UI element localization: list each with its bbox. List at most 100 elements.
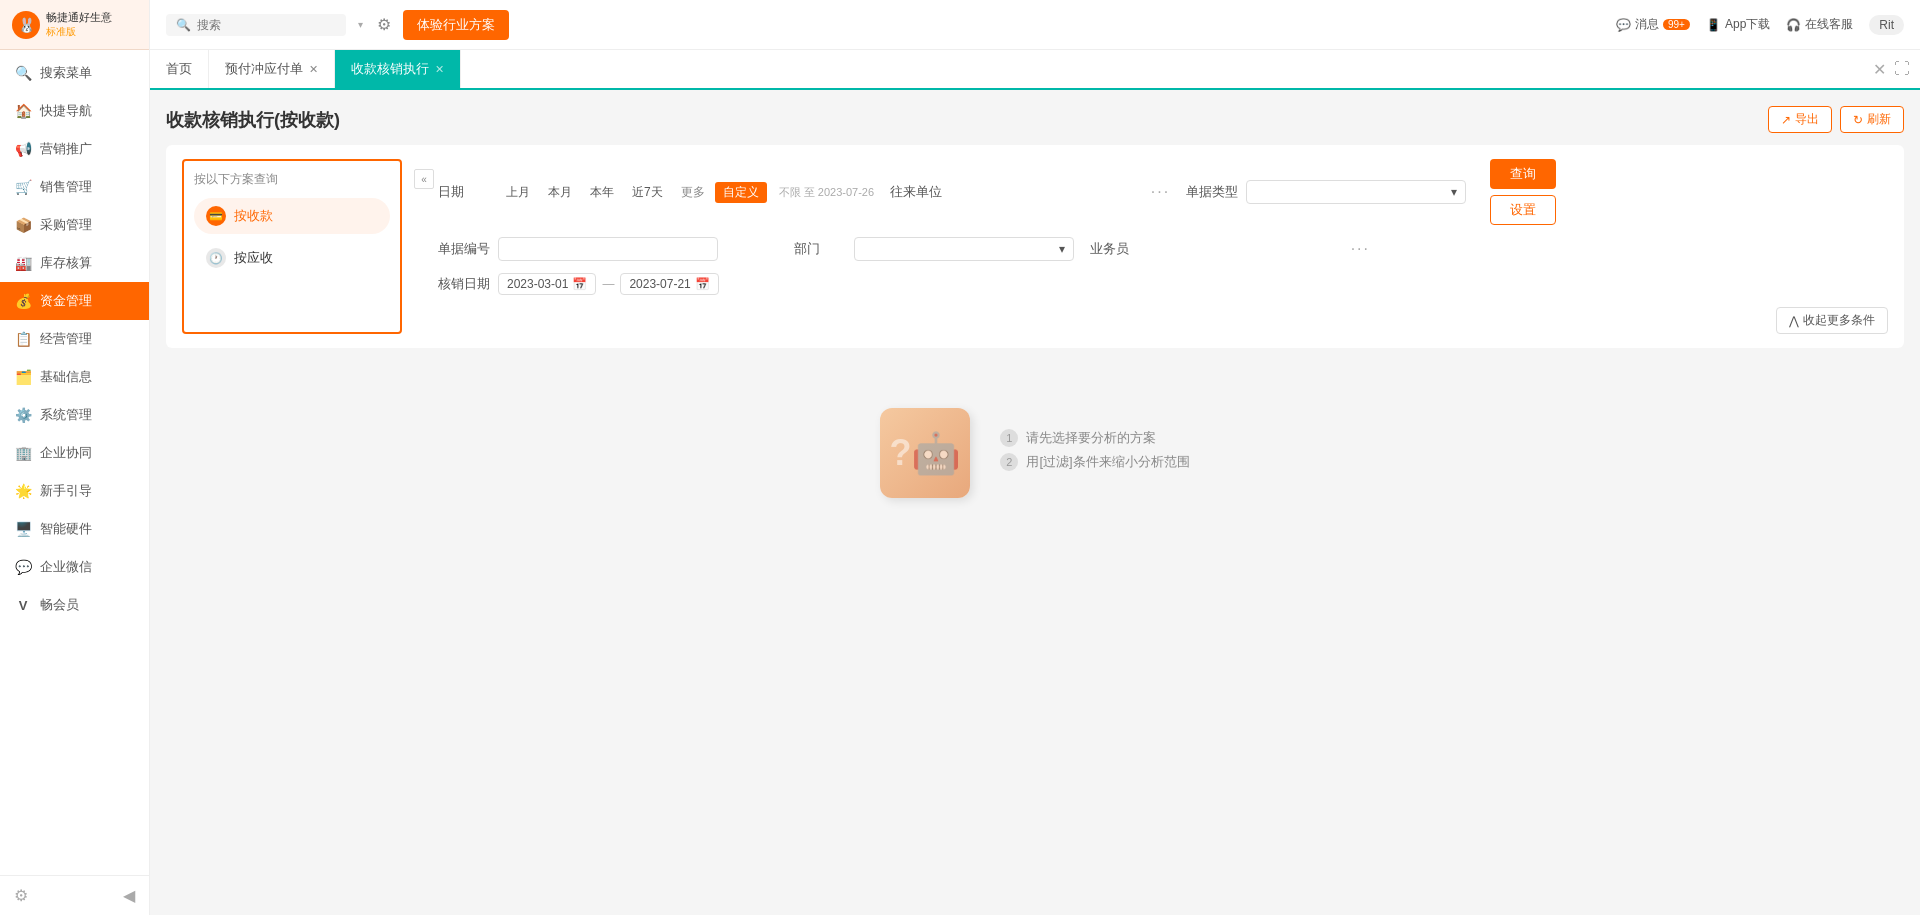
sidebar-item-guide[interactable]: 🌟 新手引导 xyxy=(0,472,149,510)
empty-robot-icon: 🤖 xyxy=(880,408,970,498)
settings-bottom-icon[interactable]: ⚙ xyxy=(14,886,28,905)
empty-hint-2: 2 用[过滤]条件来缩小分析范围 xyxy=(1000,453,1189,471)
sidebar-item-finance[interactable]: 💰 资金管理 xyxy=(0,282,149,320)
writeoff-date-label: 核销日期 xyxy=(438,275,490,293)
page-header-actions: ↗ 导出 ↻ 刷新 xyxy=(1768,106,1904,133)
sidebar-item-label: 销售管理 xyxy=(40,178,92,196)
query-button[interactable]: 查询 xyxy=(1490,159,1556,189)
sidebar-item-label: 企业微信 xyxy=(40,558,92,576)
department-field: 部门 ▾ xyxy=(794,237,1074,261)
doc-type-field: 单据类型 ▾ xyxy=(1186,180,1466,204)
sidebar-item-sales[interactable]: 🛒 销售管理 xyxy=(0,168,149,206)
filter-row-3: 核销日期 2023-03-01 📅 — 2023-07-21 📅 xyxy=(438,273,1888,295)
settings-button[interactable]: 设置 xyxy=(1490,195,1556,225)
sidebar-item-system[interactable]: ⚙️ 系统管理 xyxy=(0,396,149,434)
date-btn-this-month[interactable]: 本月 xyxy=(540,182,580,203)
chat-icon: 💬 xyxy=(14,558,32,576)
sidebar-item-hardware[interactable]: 🖥️ 智能硬件 xyxy=(0,510,149,548)
staff-label: 业务员 xyxy=(1090,240,1142,258)
writeoff-date-from-input[interactable]: 2023-03-01 📅 xyxy=(498,273,596,295)
tab-home[interactable]: 首页 xyxy=(150,50,209,88)
building-icon: 🏢 xyxy=(14,444,32,462)
sidebar-item-wechat[interactable]: 💬 企业微信 xyxy=(0,548,149,586)
export-icon: ↗ xyxy=(1781,113,1791,127)
headset-icon: 🎧 xyxy=(1786,18,1801,32)
sidebar-item-purchase[interactable]: 📦 采购管理 xyxy=(0,206,149,244)
messages-label: 消息 xyxy=(1635,16,1659,33)
home-icon: 🏠 xyxy=(14,102,32,120)
filter-option-by-receipt[interactable]: 💳 按收款 xyxy=(194,198,390,234)
sidebar-item-enterprise[interactable]: 🏢 企业协同 xyxy=(0,434,149,472)
sidebar-item-basicinfo[interactable]: 🗂️ 基础信息 xyxy=(0,358,149,396)
staff-field: 业务员 ··· xyxy=(1090,240,1370,258)
writeoff-date-from-value: 2023-03-01 xyxy=(507,277,568,291)
sidebar-item-search[interactable]: 🔍 搜索菜单 xyxy=(0,54,149,92)
filter-option-by-receivable[interactable]: 🕐 按应收 xyxy=(194,240,390,276)
receivable-icon: 🕐 xyxy=(206,248,226,268)
sidebar-item-member[interactable]: V 畅会员 xyxy=(0,586,149,624)
staff-dots[interactable]: ··· xyxy=(1351,240,1370,258)
tab-receivable[interactable]: 收款核销执行 ✕ xyxy=(335,50,461,88)
counterparty-label: 往来单位 xyxy=(890,183,942,201)
filter-collapse-button[interactable]: « xyxy=(414,169,434,189)
export-button[interactable]: ↗ 导出 xyxy=(1768,106,1832,133)
sidebar-item-quicknav[interactable]: 🏠 快捷导航 xyxy=(0,92,149,130)
collapse-sidebar-icon[interactable]: ◀ xyxy=(123,886,135,905)
warehouse-icon: 🏭 xyxy=(14,254,32,272)
doc-number-input[interactable] xyxy=(498,237,718,261)
industry-btn[interactable]: 体验行业方案 xyxy=(403,10,509,40)
search-box[interactable]: 🔍 xyxy=(166,14,346,36)
sidebar-item-label: 畅会员 xyxy=(40,596,79,614)
calendar-icon: 📅 xyxy=(572,277,587,291)
date-btn-custom[interactable]: 自定义 xyxy=(715,182,767,203)
date-btn-last-month[interactable]: 上月 xyxy=(498,182,538,203)
sidebar-item-operation[interactable]: 📋 经营管理 xyxy=(0,320,149,358)
search-chevron-icon[interactable]: ▾ xyxy=(358,19,363,30)
user-info[interactable]: Rit xyxy=(1869,15,1904,35)
finance-icon: 💰 xyxy=(14,292,32,310)
tabbar: 首页 预付冲应付单 ✕ 收款核销执行 ✕ ✕ ⛶ xyxy=(150,50,1920,90)
page-area: 收款核销执行(按收款) ↗ 导出 ↻ 刷新 按以下方案查询 💳 按收款 xyxy=(150,90,1920,915)
settings-icon[interactable]: ⚙ xyxy=(377,15,391,34)
date-buttons: 上月 本月 本年 近7天 更多 自定义 xyxy=(498,182,767,203)
empty-hint-1: 1 请先选择要分析的方案 xyxy=(1000,429,1189,447)
search-icon-top: 🔍 xyxy=(176,18,191,32)
writeoff-date-range: 2023-03-01 📅 — 2023-07-21 📅 xyxy=(498,273,719,295)
sidebar-item-inventory[interactable]: 🏭 库存核算 xyxy=(0,244,149,282)
sidebar-item-label: 资金管理 xyxy=(40,292,92,310)
messages-action[interactable]: 💬 消息 99+ xyxy=(1616,16,1690,33)
doc-type-select[interactable]: ▾ xyxy=(1246,180,1466,204)
date-range-separator: — xyxy=(602,277,614,291)
date-btn-more[interactable]: 更多 xyxy=(673,182,713,203)
date-btn-last-7days[interactable]: 近7天 xyxy=(624,182,671,203)
folder-icon: 🗂️ xyxy=(14,368,32,386)
doc-number-label: 单据编号 xyxy=(438,240,490,258)
department-select[interactable]: ▾ xyxy=(854,237,1074,261)
app-logo-icon: 🐰 xyxy=(12,11,40,39)
expand-tab-icon[interactable]: ⛶ xyxy=(1894,60,1910,78)
sidebar-bottom: ⚙ ◀ xyxy=(0,875,149,915)
chevron-down-icon: ▾ xyxy=(1451,185,1457,199)
search-icon: 🔍 xyxy=(14,64,32,82)
close-tab-icon[interactable]: ✕ xyxy=(1873,60,1886,79)
date-btn-this-year[interactable]: 本年 xyxy=(582,182,622,203)
page-title: 收款核销执行(按收款) xyxy=(166,108,340,132)
filter-option-label: 按收款 xyxy=(234,207,273,225)
collapse-more-button[interactable]: ⋀ 收起更多条件 xyxy=(1776,307,1888,334)
refresh-button[interactable]: ↻ 刷新 xyxy=(1840,106,1904,133)
refresh-icon: ↻ xyxy=(1853,113,1863,127)
counterparty-dots[interactable]: ··· xyxy=(1151,183,1170,201)
online-service-action[interactable]: 🎧 在线客服 xyxy=(1786,16,1853,33)
topbar: 🔍 ▾ ⚙ 体验行业方案 💬 消息 99+ 📱 App下载 🎧 在线客服 Rit xyxy=(150,0,1920,50)
search-input[interactable] xyxy=(197,18,297,32)
tab-close-prepay[interactable]: ✕ xyxy=(309,63,318,76)
sidebar-item-marketing[interactable]: 📢 营销推广 xyxy=(0,130,149,168)
writeoff-date-to-input[interactable]: 2023-07-21 📅 xyxy=(620,273,718,295)
tab-close-receivable[interactable]: ✕ xyxy=(435,63,444,76)
filter-type-selector: 按以下方案查询 💳 按收款 🕐 按应收 xyxy=(182,159,402,334)
app-download-action[interactable]: 📱 App下载 xyxy=(1706,16,1770,33)
writeoff-date-field: 核销日期 2023-03-01 📅 — 2023-07-21 📅 xyxy=(438,273,1888,295)
tab-prepay[interactable]: 预付冲应付单 ✕ xyxy=(209,50,335,88)
app-download-label: App下载 xyxy=(1725,16,1770,33)
sidebar-item-label: 系统管理 xyxy=(40,406,92,424)
